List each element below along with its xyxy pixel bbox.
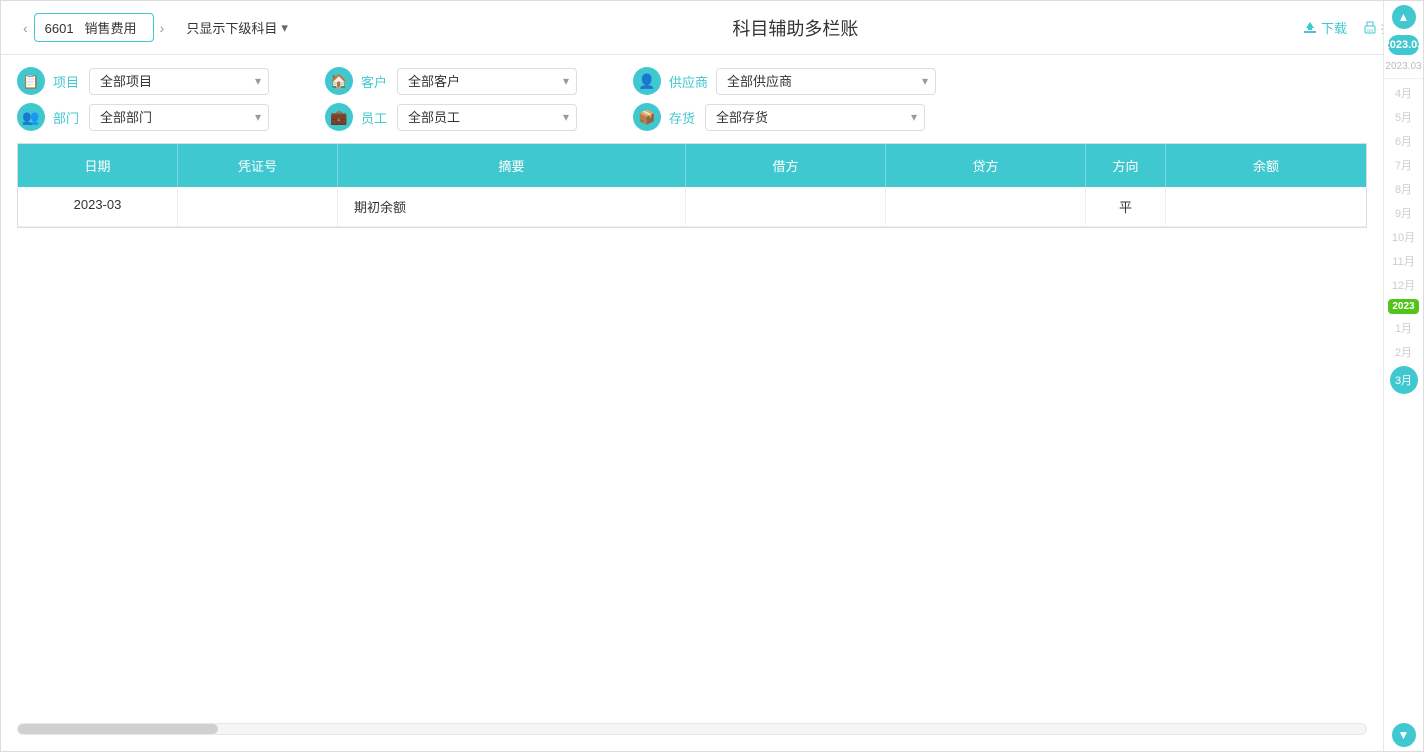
timeline-item-1[interactable]: 1月 — [1384, 316, 1423, 340]
inventory-icon: 📦 — [633, 103, 661, 131]
project-label: 项目 — [53, 72, 81, 91]
supplier-filter-item: 👤 供应商 全部供应商 — [633, 67, 936, 95]
inventory-label: 存货 — [669, 108, 697, 127]
timeline-item-8[interactable]: 8月 — [1384, 177, 1423, 201]
customer-filter-item: 🏠 客户 全部客户 — [325, 67, 577, 95]
cell-credit — [886, 187, 1086, 226]
prev-account-btn[interactable]: ‹ — [17, 18, 34, 38]
supplier-label: 供应商 — [669, 72, 708, 91]
page-title: 科目辅助多栏账 — [288, 15, 1303, 41]
timeline-down-btn[interactable]: ▼ — [1392, 723, 1416, 747]
download-icon — [1303, 21, 1317, 35]
filter-section: 📋 项目 全部项目 🏠 客户 全部客户 — [1, 55, 1423, 143]
inventory-select-wrapper: 全部存货 — [705, 104, 925, 131]
filter-row-1: 📋 项目 全部项目 🏠 客户 全部客户 — [17, 67, 1407, 95]
supplier-icon: 👤 — [633, 67, 661, 95]
main-window: ‹ 6601 销售费用 › 只显示下级科目 ▾ 科目辅助多栏账 下载 打印 × — [0, 0, 1424, 752]
top-bar: ‹ 6601 销售费用 › 只显示下级科目 ▾ 科目辅助多栏账 下载 打印 × — [1, 1, 1423, 55]
next-account-btn[interactable]: › — [154, 18, 171, 38]
timeline-item-2[interactable]: 2月 — [1384, 340, 1423, 364]
timeline-item-2023-03-sub[interactable]: 2023.03 — [1384, 57, 1423, 76]
dept-select[interactable]: 全部部门 — [89, 104, 269, 131]
print-icon — [1363, 21, 1377, 35]
employee-label: 员工 — [361, 108, 389, 127]
cell-balance — [1166, 187, 1366, 226]
inventory-filter-item: 📦 存货 全部存货 — [633, 103, 925, 131]
timeline-item-9[interactable]: 9月 — [1384, 201, 1423, 225]
employee-select[interactable]: 全部员工 — [397, 104, 577, 131]
horizontal-scrollbar[interactable] — [17, 723, 1367, 735]
customer-select[interactable]: 全部客户 — [397, 68, 577, 95]
col-debit: 借方 — [686, 144, 886, 187]
cell-direction: 平 — [1086, 187, 1166, 226]
timeline-year-badge: 2023 — [1388, 299, 1419, 314]
filter-row-2: 👥 部门 全部部门 💼 员工 全部员工 — [17, 103, 1407, 131]
timeline-item-6[interactable]: 6月 — [1384, 129, 1423, 153]
project-filter-item: 📋 项目 全部项目 — [17, 67, 269, 95]
dept-label: 部门 — [53, 108, 81, 127]
col-credit: 贷方 — [886, 144, 1086, 187]
employee-icon: 💼 — [325, 103, 353, 131]
show-sub-btn[interactable]: 只显示下级科目 ▾ — [186, 18, 288, 37]
col-voucher: 凭证号 — [178, 144, 338, 187]
data-table: 日期 凭证号 摘要 借方 贷方 方向 余额 2023-03 期初余额 平 — [17, 143, 1367, 228]
customer-label: 客户 — [361, 72, 389, 91]
timeline-item-3-active[interactable]: 3月 — [1390, 366, 1418, 394]
dept-select-wrapper: 全部部门 — [89, 104, 269, 131]
timeline-item-2023-03-top[interactable]: 2023.03 — [1388, 35, 1419, 55]
timeline-panel: ▲ 2023.03 2023.03 4月 5月 6月 7月 8月 9月 10月 … — [1383, 1, 1423, 751]
timeline-up-btn[interactable]: ▲ — [1392, 5, 1416, 29]
table-header: 日期 凭证号 摘要 借方 贷方 方向 余额 — [18, 144, 1366, 187]
customer-icon: 🏠 — [325, 67, 353, 95]
timeline-item-12[interactable]: 12月 — [1384, 273, 1423, 297]
scroll-thumb — [18, 724, 218, 734]
supplier-select-wrapper: 全部供应商 — [716, 68, 936, 95]
customer-select-wrapper: 全部客户 — [397, 68, 577, 95]
show-sub-label: 只显示下级科目 — [186, 18, 277, 37]
col-balance: 余额 — [1166, 144, 1366, 187]
timeline-item-7[interactable]: 7月 — [1384, 153, 1423, 177]
cell-voucher — [178, 187, 338, 226]
col-summary: 摘要 — [338, 144, 686, 187]
download-btn[interactable]: 下载 — [1303, 18, 1347, 37]
col-date: 日期 — [18, 144, 178, 187]
dept-filter-item: 👥 部门 全部部门 — [17, 103, 269, 131]
timeline-item-5[interactable]: 5月 — [1384, 105, 1423, 129]
dept-icon: 👥 — [17, 103, 45, 131]
timeline-item-11[interactable]: 11月 — [1384, 249, 1423, 273]
col-direction: 方向 — [1086, 144, 1166, 187]
supplier-select[interactable]: 全部供应商 — [716, 68, 936, 95]
cell-date: 2023-03 — [18, 187, 178, 226]
inventory-select[interactable]: 全部存货 — [705, 104, 925, 131]
timeline-item-4[interactable]: 4月 — [1384, 81, 1423, 105]
table-row: 2023-03 期初余额 平 — [18, 187, 1366, 227]
project-select-wrapper: 全部项目 — [89, 68, 269, 95]
account-code: 6601 — [45, 21, 74, 36]
cell-summary: 期初余额 — [338, 187, 686, 226]
cell-debit — [686, 187, 886, 226]
timeline-item-10[interactable]: 10月 — [1384, 225, 1423, 249]
project-icon: 📋 — [17, 67, 45, 95]
project-select[interactable]: 全部项目 — [89, 68, 269, 95]
table-body: 2023-03 期初余额 平 — [18, 187, 1366, 227]
employee-filter-item: 💼 员工 全部员工 — [325, 103, 577, 131]
employee-select-wrapper: 全部员工 — [397, 104, 577, 131]
account-label: 6601 销售费用 — [34, 13, 154, 42]
account-name: 销售费用 — [84, 21, 136, 36]
